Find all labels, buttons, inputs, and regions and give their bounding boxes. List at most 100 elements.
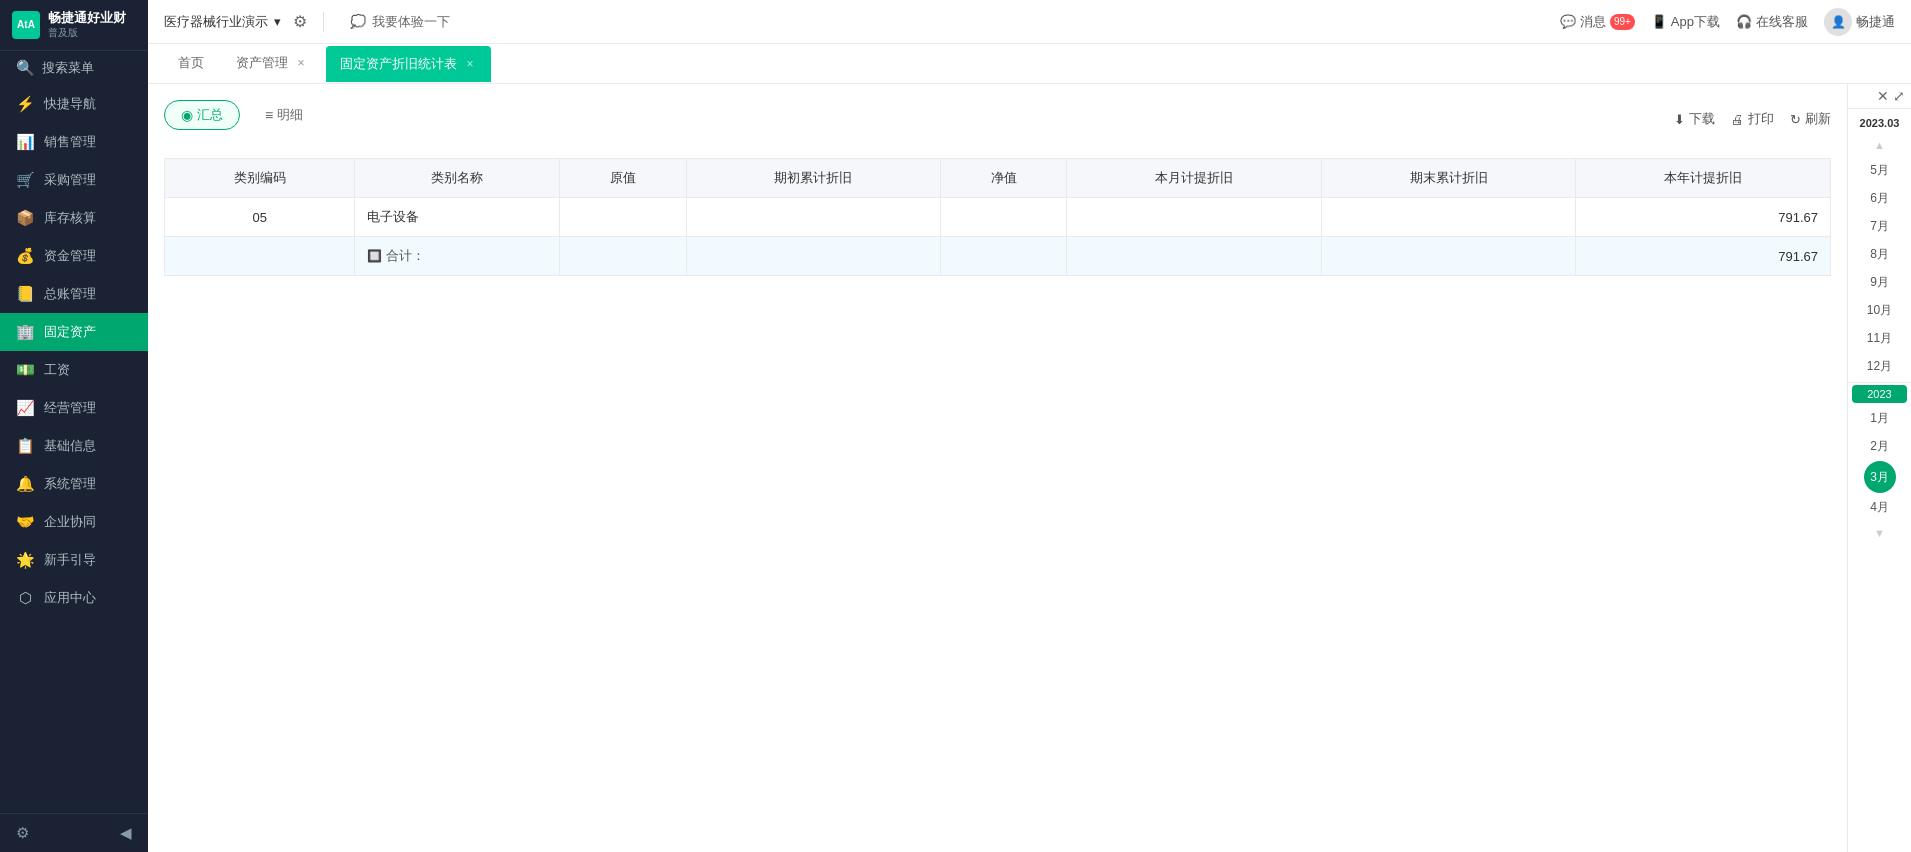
month-1[interactable]: 1月 <box>1852 405 1907 432</box>
sidebar-header: AtA 畅捷通好业财 普及版 <box>0 0 148 51</box>
month-12[interactable]: 12月 <box>1852 353 1907 380</box>
tab-depreciation-report[interactable]: 固定资产折旧统计表 × <box>326 46 491 82</box>
company-selector[interactable]: 医疗器械行业演示 ▾ <box>164 13 281 31</box>
scroll-down-button[interactable]: ▼ <box>1852 522 1907 544</box>
total-label-cell: 🔲 合计： <box>355 237 560 276</box>
sidebar-item-fixed-assets[interactable]: 🏢 固定资产 <box>0 313 148 351</box>
table-row: 05 电子设备 791.67 <box>165 198 1831 237</box>
cell-name: 电子设备 <box>355 198 560 237</box>
refresh-button[interactable]: ↻ 刷新 <box>1790 110 1831 128</box>
col-original: 原值 <box>560 159 686 198</box>
right-panel: ✕ ⤢ 2023.03 ▲ 5月 6月 7月 8月 9月 10月 11月 12月… <box>1847 84 1911 852</box>
sidebar-title: 畅捷通好业财 <box>48 10 126 26</box>
detail-icon: ≡ <box>265 107 273 123</box>
month-2[interactable]: 2月 <box>1852 433 1907 460</box>
sidebar-item-label: 基础信息 <box>44 437 96 455</box>
sidebar-item-search[interactable]: 🔍 搜索菜单 <box>0 51 148 85</box>
guide-icon: 🌟 <box>16 551 34 569</box>
sidebar-item-label: 新手引导 <box>44 551 96 569</box>
total-code-cell <box>165 237 355 276</box>
topbar-right: 💬 消息 99+ 📱 App下载 🎧 在线客服 👤 畅捷通 <box>1560 8 1895 36</box>
cell-initial-accum <box>686 198 941 237</box>
sidebar-item-label: 快捷导航 <box>44 95 96 113</box>
download-button[interactable]: ⬇ 下载 <box>1674 110 1715 128</box>
download-label: 下载 <box>1689 110 1715 128</box>
col-end-accum: 期末累计折旧 <box>1321 159 1576 198</box>
sidebar-menu: 🔍 搜索菜单 ⚡ 快捷导航 📊 销售管理 🛒 采购管理 📦 库存核算 💰 资金管… <box>0 51 148 813</box>
message-icon: 💬 <box>1560 14 1576 29</box>
cell-code: 05 <box>165 198 355 237</box>
col-code: 类别编码 <box>165 159 355 198</box>
tab-asset-management[interactable]: 资产管理 × <box>222 46 322 82</box>
month-10[interactable]: 10月 <box>1852 297 1907 324</box>
message-button[interactable]: 💬 消息 99+ <box>1560 13 1635 31</box>
month-11[interactable]: 11月 <box>1852 325 1907 352</box>
sidebar-item-purchase[interactable]: 🛒 采购管理 <box>0 161 148 199</box>
download-icon: ⬇ <box>1674 112 1685 127</box>
collapse-icon[interactable]: ◀ <box>120 824 132 842</box>
content-area: ◉ 汇总 ≡ 明细 ⬇ 下载 🖨 打印 <box>148 84 1911 852</box>
payroll-icon: 💵 <box>16 361 34 379</box>
expand-icon[interactable]: ⤢ <box>1893 88 1905 104</box>
experience-button[interactable]: 💭 我要体验一下 <box>340 9 460 35</box>
tabs-nav: 首页 资产管理 × 固定资产折旧统计表 × <box>148 44 1911 84</box>
print-button[interactable]: 🖨 打印 <box>1731 110 1774 128</box>
print-label: 打印 <box>1748 110 1774 128</box>
sidebar-item-enterprise[interactable]: 🤝 企业协同 <box>0 503 148 541</box>
main-content: ◉ 汇总 ≡ 明细 ⬇ 下载 🖨 打印 <box>148 84 1847 852</box>
sidebar-item-basics[interactable]: 📋 基础信息 <box>0 427 148 465</box>
date-scroll: 2023.03 ▲ 5月 6月 7月 8月 9月 10月 11月 12月 202… <box>1848 109 1911 549</box>
sidebar-item-finance[interactable]: 💰 资金管理 <box>0 237 148 275</box>
user-menu[interactable]: 👤 畅捷通 <box>1824 8 1895 36</box>
sidebar-item-sales[interactable]: 📊 销售管理 <box>0 123 148 161</box>
customer-service-button[interactable]: 🎧 在线客服 <box>1736 13 1808 31</box>
sub-tab-detail[interactable]: ≡ 明细 <box>248 100 320 130</box>
month-5[interactable]: 5月 <box>1852 157 1907 184</box>
enterprise-icon: 🤝 <box>16 513 34 531</box>
sidebar-item-guide[interactable]: 🌟 新手引导 <box>0 541 148 579</box>
col-initial-accum: 期初累计折旧 <box>686 159 941 198</box>
topbar: 医疗器械行业演示 ▾ ⚙ 💭 我要体验一下 💬 消息 99+ 📱 App下载 🎧… <box>148 0 1911 44</box>
sidebar-item-system[interactable]: 🔔 系统管理 <box>0 465 148 503</box>
cell-current-year: 791.67 <box>1576 198 1831 237</box>
topbar-divider <box>323 12 324 32</box>
tab-depreciation-report-close[interactable]: × <box>463 57 477 71</box>
topbar-settings-icon[interactable]: ⚙ <box>293 12 307 31</box>
system-icon: 🔔 <box>16 475 34 493</box>
company-name: 医疗器械行业演示 <box>164 13 268 31</box>
sidebar-item-ledger[interactable]: 📒 总账管理 <box>0 275 148 313</box>
total-end-accum <box>1321 237 1576 276</box>
table-container: 类别编码 类别名称 原值 期初累计折旧 净值 本月计提折旧 期末累计折旧 本年计… <box>164 158 1831 836</box>
tab-home[interactable]: 首页 <box>164 46 218 82</box>
app-download-icon: 📱 <box>1651 14 1667 29</box>
tab-depreciation-report-label: 固定资产折旧统计表 <box>340 55 457 73</box>
sidebar-item-inventory[interactable]: 📦 库存核算 <box>0 199 148 237</box>
settings-icon[interactable]: ⚙ <box>16 824 29 842</box>
month-4[interactable]: 4月 <box>1852 494 1907 521</box>
scroll-up-button[interactable]: ▲ <box>1852 134 1907 156</box>
tab-asset-management-close[interactable]: × <box>294 56 308 70</box>
app-download-button[interactable]: 📱 App下载 <box>1651 13 1720 31</box>
print-icon: 🖨 <box>1731 112 1744 127</box>
experience-icon: 💭 <box>350 14 366 29</box>
total-initial-accum <box>686 237 941 276</box>
sidebar-title-block: 畅捷通好业财 普及版 <box>48 10 126 40</box>
sidebar-item-payroll[interactable]: 💵 工资 <box>0 351 148 389</box>
month-7[interactable]: 7月 <box>1852 213 1907 240</box>
year-label-2023-03: 2023.03 <box>1848 113 1911 133</box>
close-icon[interactable]: ✕ <box>1877 88 1889 104</box>
sidebar-item-operations[interactable]: 📈 经营管理 <box>0 389 148 427</box>
month-6[interactable]: 6月 <box>1852 185 1907 212</box>
toolbar: ⬇ 下载 🖨 打印 ↻ 刷新 <box>1674 110 1831 128</box>
app-download-label: App下载 <box>1671 13 1720 31</box>
sidebar-item-label: 系统管理 <box>44 475 96 493</box>
total-label: 🔲 合计： <box>367 247 547 265</box>
month-3-active[interactable]: 3月 <box>1864 461 1896 493</box>
chevron-down-icon: ▾ <box>274 14 281 29</box>
sidebar-item-app-center[interactable]: ⬡ 应用中心 <box>0 579 148 617</box>
month-8[interactable]: 8月 <box>1852 241 1907 268</box>
sidebar-item-quick-nav[interactable]: ⚡ 快捷导航 <box>0 85 148 123</box>
operations-icon: 📈 <box>16 399 34 417</box>
sub-tab-summary[interactable]: ◉ 汇总 <box>164 100 240 130</box>
month-9[interactable]: 9月 <box>1852 269 1907 296</box>
